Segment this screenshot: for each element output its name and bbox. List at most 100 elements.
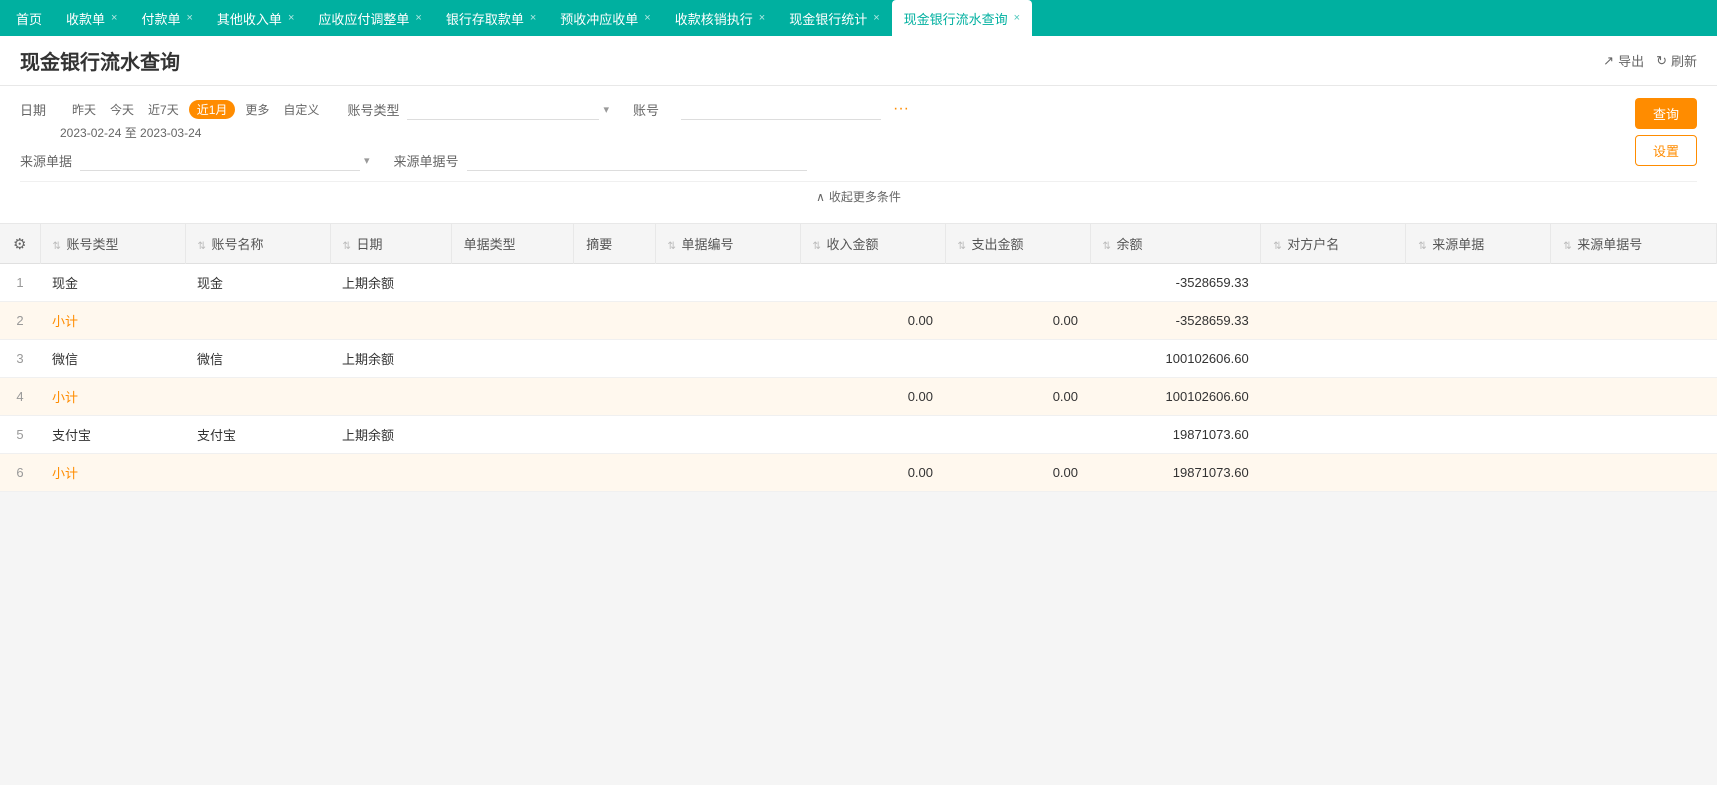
date-filter-group: 日期 昨天 今天 近7天 近1月 更多 自定义	[20, 100, 323, 119]
row-source-doc	[1406, 264, 1551, 302]
close-ar-ap-icon[interactable]: ×	[415, 12, 421, 24]
sort-source-doc-no-icon: ⇅	[1563, 241, 1571, 252]
export-button[interactable]: ↗ 导出	[1603, 51, 1644, 70]
query-button[interactable]: 查询	[1635, 98, 1697, 129]
nav-receipt[interactable]: 收款单 ×	[54, 0, 129, 36]
date-range-display: 2023-02-24 至 2023-03-24	[60, 126, 201, 140]
shortcut-today[interactable]: 今天	[106, 100, 138, 119]
shortcut-yesterday[interactable]: 昨天	[68, 100, 100, 119]
sort-counterparty-icon: ⇅	[1273, 241, 1281, 252]
nav-payment[interactable]: 付款单 ×	[129, 0, 204, 36]
shortcut-more[interactable]: 更多	[241, 100, 273, 119]
source-doc-input[interactable]	[80, 149, 360, 171]
row-date	[330, 302, 451, 340]
row-date: 上期余额	[330, 340, 451, 378]
table-body: 1现金现金上期余额-3528659.332小计0.000.00-3528659.…	[0, 264, 1717, 492]
close-other-income-icon[interactable]: ×	[288, 12, 294, 24]
page-title: 现金银行流水查询	[20, 46, 180, 75]
col-counterparty[interactable]: ⇅ 对方户名	[1261, 224, 1406, 264]
close-bank-deposit-icon[interactable]: ×	[530, 12, 536, 24]
close-cash-stats-icon[interactable]: ×	[873, 12, 879, 24]
row-balance: 100102606.60	[1090, 378, 1261, 416]
nav-collection-exec[interactable]: 收款核销执行 ×	[663, 0, 777, 36]
col-date[interactable]: ⇅ 日期	[330, 224, 451, 264]
nav-other-income[interactable]: 其他收入单 ×	[205, 0, 306, 36]
row-balance: 100102606.60	[1090, 340, 1261, 378]
account-type-input[interactable]	[407, 98, 599, 120]
row-income: 0.00	[800, 454, 945, 492]
row-seq: 1	[0, 264, 40, 302]
account-filter: 账号 ···	[633, 98, 909, 120]
source-doc-label: 来源单据	[20, 151, 72, 170]
header-actions: ↗ 导出 ↻ 刷新	[1603, 51, 1697, 70]
table-settings-col[interactable]: ⚙	[0, 224, 40, 264]
row-source-doc	[1406, 302, 1551, 340]
row-summary	[574, 340, 655, 378]
account-more-icon[interactable]: ···	[893, 100, 909, 118]
row-source-doc-no	[1551, 340, 1717, 378]
row-summary	[574, 264, 655, 302]
row-counterparty	[1261, 340, 1406, 378]
row-source-doc	[1406, 416, 1551, 454]
col-balance[interactable]: ⇅ 余额	[1090, 224, 1261, 264]
col-expense[interactable]: ⇅ 支出金额	[945, 224, 1090, 264]
row-date	[330, 378, 451, 416]
source-doc-chevron-icon: ▾	[364, 154, 370, 167]
row-source-doc-no	[1551, 302, 1717, 340]
shortcut-custom[interactable]: 自定义	[279, 100, 323, 119]
collapse-up-icon: ∧	[816, 190, 825, 204]
sort-expense-icon: ⇅	[958, 241, 966, 252]
collapse-bar[interactable]: ∧ 收起更多条件	[20, 181, 1697, 211]
nav-cash-bank-flow[interactable]: 现金银行流水查询 ×	[892, 0, 1032, 36]
col-account-name[interactable]: ⇅ 账号名称	[185, 224, 330, 264]
row-doc-type	[451, 340, 574, 378]
nav-ar-ap-adjust[interactable]: 应收应付调整单 ×	[306, 0, 433, 36]
table-container: ⚙ ⇅ 账号类型 ⇅ 账号名称 ⇅ 日期 单据类型 摘要	[0, 224, 1717, 492]
close-payment-icon[interactable]: ×	[186, 12, 192, 24]
row-income	[800, 416, 945, 454]
row-balance: 19871073.60	[1090, 454, 1261, 492]
col-summary: 摘要	[574, 224, 655, 264]
row-counterparty	[1261, 454, 1406, 492]
row-doc-no	[655, 340, 800, 378]
nav-bank-deposit[interactable]: 银行存取款单 ×	[434, 0, 548, 36]
row-account-name	[185, 302, 330, 340]
table-row: 1现金现金上期余额-3528659.33	[0, 264, 1717, 302]
row-balance: -3528659.33	[1090, 302, 1261, 340]
table-row: 4小计0.000.00100102606.60	[0, 378, 1717, 416]
top-navigation: 首页 收款单 × 付款单 × 其他收入单 × 应收应付调整单 × 银行存取款单 …	[0, 0, 1717, 36]
row-expense	[945, 340, 1090, 378]
filter-area: 日期 昨天 今天 近7天 近1月 更多 自定义 账号类型 ▾	[0, 86, 1717, 224]
settings-button[interactable]: 设置	[1635, 135, 1697, 166]
shortcut-1month[interactable]: 近1月	[189, 100, 236, 119]
nav-advance-receipt[interactable]: 预收冲应收单 ×	[548, 0, 662, 36]
row-seq: 5	[0, 416, 40, 454]
row-doc-no	[655, 416, 800, 454]
row-account-type: 微信	[40, 340, 185, 378]
table-header-row: ⚙ ⇅ 账号类型 ⇅ 账号名称 ⇅ 日期 单据类型 摘要	[0, 224, 1717, 264]
sort-account-name-icon: ⇅	[198, 241, 206, 252]
close-advance-receipt-icon[interactable]: ×	[644, 12, 650, 24]
col-doc-no[interactable]: ⇅ 单据编号	[655, 224, 800, 264]
close-receipt-icon[interactable]: ×	[111, 12, 117, 24]
close-collection-exec-icon[interactable]: ×	[759, 12, 765, 24]
source-doc-no-label: 来源单据号	[394, 151, 459, 170]
export-icon: ↗	[1603, 53, 1614, 69]
col-account-type[interactable]: ⇅ 账号类型	[40, 224, 185, 264]
account-type-filter: 账号类型 ▾	[347, 98, 609, 120]
table-settings-icon[interactable]: ⚙	[13, 236, 26, 253]
col-source-doc[interactable]: ⇅ 来源单据	[1406, 224, 1551, 264]
close-cash-flow-icon[interactable]: ×	[1014, 12, 1020, 24]
refresh-button[interactable]: ↻ 刷新	[1656, 51, 1697, 70]
source-doc-no-input[interactable]	[467, 149, 807, 171]
shortcut-7days[interactable]: 近7天	[144, 100, 183, 119]
row-income: 0.00	[800, 378, 945, 416]
nav-home[interactable]: 首页	[4, 0, 54, 36]
row-doc-type	[451, 416, 574, 454]
account-input[interactable]	[681, 98, 881, 120]
row-source-doc	[1406, 454, 1551, 492]
col-income[interactable]: ⇅ 收入金额	[800, 224, 945, 264]
col-source-doc-no[interactable]: ⇅ 来源单据号	[1551, 224, 1717, 264]
row-summary	[574, 302, 655, 340]
nav-cash-bank-stats[interactable]: 现金银行统计 ×	[777, 0, 891, 36]
